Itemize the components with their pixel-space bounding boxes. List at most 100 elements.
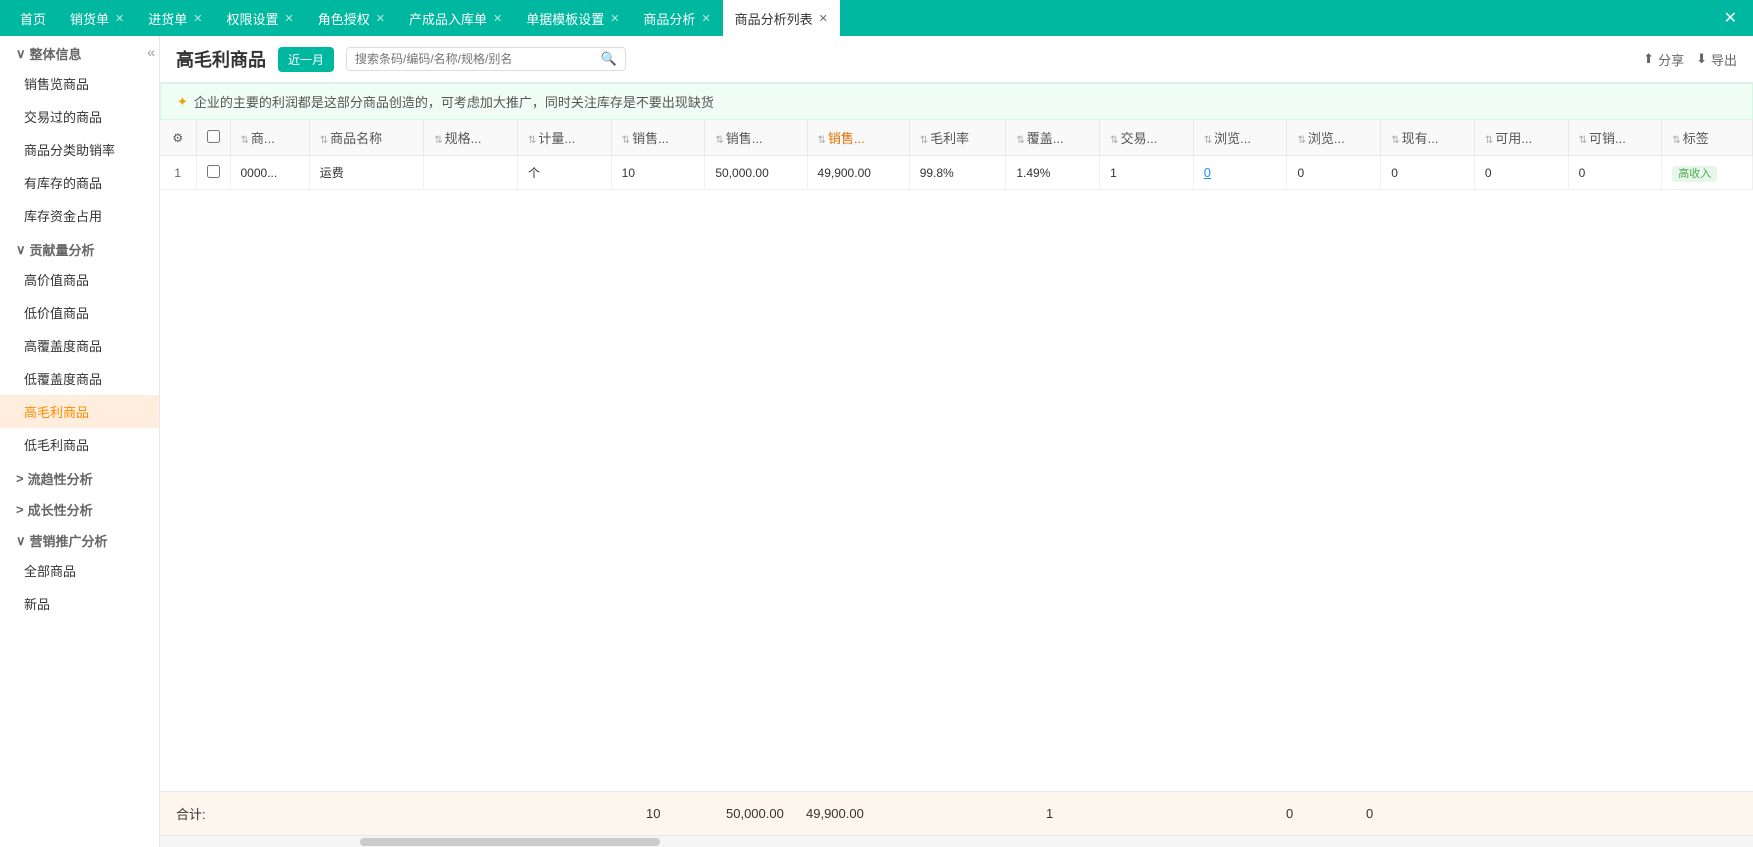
info-icon: ✦ (177, 94, 188, 110)
close-template-settings[interactable]: ✕ (610, 12, 619, 25)
col-available-stock[interactable]: ⇅可用... (1474, 120, 1568, 156)
col-sales-qty[interactable]: ⇅销售... (611, 120, 705, 156)
sidebar-item-in-stock[interactable]: 有库存的商品 (0, 166, 159, 199)
nav-permission-settings[interactable]: 权限设置 ✕ (214, 0, 305, 36)
footer-gross-margin (876, 810, 956, 818)
close-product-inbound[interactable]: ✕ (493, 12, 502, 25)
content-header: 高毛利商品 近一月 🔍 ⬆ 分享 ⬇ 导出 (160, 36, 1753, 83)
info-message: 企业的主要的利润都是这部分商品创造的，可考虑加大推广，同时关注库存是不要出现缺货 (194, 92, 714, 111)
sidebar-group-overall[interactable]: ∨ 整体信息 (0, 36, 159, 67)
col-coverage[interactable]: ⇅覆盖... (1006, 120, 1100, 156)
sidebar-item-stock-capital[interactable]: 库存资金占用 (0, 199, 159, 232)
footer-spacer2 (496, 810, 576, 818)
col-code[interactable]: ⇅商... (230, 120, 309, 156)
col-name[interactable]: ⇅商品名称 (309, 120, 424, 156)
cell-spec (424, 156, 518, 190)
cell-tag: 高收入 (1662, 156, 1753, 190)
footer-spacer1 (376, 810, 496, 818)
close-permission-settings[interactable]: ✕ (285, 12, 294, 25)
col-sellable[interactable]: ⇅可销... (1568, 120, 1662, 156)
cell-sales-qty: 10 (611, 156, 705, 190)
col-sales-profit[interactable]: ⇅销售... (807, 120, 909, 156)
col-gross-margin[interactable]: ⇅毛利率 (909, 120, 1006, 156)
footer-sellable (1436, 810, 1516, 818)
export-button[interactable]: ⬇ 导出 (1696, 50, 1737, 69)
row-num: 1 (160, 156, 196, 190)
sidebar-item-low-coverage[interactable]: 低覆盖度商品 (0, 362, 159, 395)
sidebar-group-marketing[interactable]: ∨ 营销推广分析 (0, 523, 159, 554)
chevron-right-icon: > (16, 471, 24, 486)
close-product-analysis[interactable]: ✕ (701, 12, 710, 25)
tag-badge: 高收入 (1672, 166, 1717, 182)
nav-product-inbound[interactable]: 产成品入库单 ✕ (397, 0, 514, 36)
col-view1[interactable]: ⇅浏览... (1193, 120, 1287, 156)
cell-view1[interactable]: 0 (1193, 156, 1287, 190)
cell-unit: 个 (517, 156, 611, 190)
sidebar-item-new-products[interactable]: 新品 (0, 587, 159, 620)
col-current-stock[interactable]: ⇅现有... (1381, 120, 1475, 156)
col-spec[interactable]: ⇅规格... (424, 120, 518, 156)
sidebar-item-traded[interactable]: 交易过的商品 (0, 100, 159, 133)
sidebar-item-high-value[interactable]: 高价值商品 (0, 263, 159, 296)
footer-view1 (1116, 810, 1196, 818)
sidebar-group-trend[interactable]: > 流趋性分析 (0, 461, 159, 492)
sidebar-item-sales-view[interactable]: 销售览商品 (0, 67, 159, 100)
sidebar-group-growth[interactable]: > 成长性分析 (0, 492, 159, 523)
horizontal-scrollbar[interactable] (160, 835, 1753, 847)
col-trade-count[interactable]: ⇅交易... (1100, 120, 1194, 156)
nav-sales-order[interactable]: 销货单 ✕ (58, 0, 136, 36)
table-header-row: ⚙ ⇅商... ⇅商品名称 ⇅规格... ⇅计量... ⇅销售... ⇅销售..… (160, 120, 1753, 156)
sidebar-group-contribution[interactable]: ∨ 贡献量分析 (0, 232, 159, 263)
header-actions: ⬆ 分享 ⬇ 导出 (1643, 50, 1737, 69)
chevron-down-icon-3: ∨ (16, 533, 26, 549)
footer-label: 合计: (176, 800, 376, 827)
search-icon[interactable]: 🔍 (601, 51, 617, 67)
filter-date-button[interactable]: 近一月 (278, 47, 334, 72)
footer-sales-amount: 50,000.00 (716, 802, 796, 825)
sidebar: « ∨ 整体信息 销售览商品 交易过的商品 商品分类助销率 有库存的商品 库存资… (0, 36, 160, 847)
col-unit[interactable]: ⇅计量... (517, 120, 611, 156)
share-button[interactable]: ⬆ 分享 (1643, 50, 1684, 69)
col-settings[interactable]: ⚙ (160, 120, 196, 156)
export-icon: ⬇ (1696, 51, 1707, 67)
cell-coverage: 1.49% (1006, 156, 1100, 190)
row-checkbox[interactable] (196, 156, 230, 190)
col-view2[interactable]: ⇅浏览... (1287, 120, 1381, 156)
scroll-thumb[interactable] (360, 838, 660, 846)
close-product-analysis-list[interactable]: ✕ (819, 12, 828, 25)
nav-product-analysis-list[interactable]: 商品分析列表 ✕ (723, 0, 840, 36)
footer-trade-count: 1 (1036, 802, 1116, 825)
sidebar-item-category-rate[interactable]: 商品分类助销率 (0, 133, 159, 166)
row-select-checkbox[interactable] (207, 165, 220, 178)
close-role-auth[interactable]: ✕ (376, 12, 385, 25)
nav-role-auth[interactable]: 角色授权 ✕ (306, 0, 397, 36)
close-purchase-order[interactable]: ✕ (193, 12, 202, 25)
nav-home[interactable]: 首页 (8, 0, 58, 36)
info-bar: ✦ 企业的主要的利润都是这部分商品创造的，可考虑加大推广，同时关注库存是不要出现… (160, 83, 1753, 120)
close-window-button[interactable]: ✕ (1716, 8, 1745, 28)
share-icon: ⬆ (1643, 51, 1654, 67)
nav-product-analysis[interactable]: 商品分析 ✕ (631, 0, 722, 36)
col-sales-amount[interactable]: ⇅销售... (705, 120, 807, 156)
sidebar-item-low-value[interactable]: 低价值商品 (0, 296, 159, 329)
product-table: ⚙ ⇅商... ⇅商品名称 ⇅规格... ⇅计量... ⇅销售... ⇅销售..… (160, 120, 1753, 190)
sidebar-collapse-button[interactable]: « (147, 44, 155, 60)
footer-bar: 合计: 10 50,000.00 49,900.00 1 0 0 (160, 791, 1753, 835)
sidebar-item-high-margin[interactable]: 高毛利商品 (0, 395, 159, 428)
col-checkbox[interactable] (196, 120, 230, 156)
footer-sales-qty: 10 (636, 802, 716, 825)
footer-sales-profit: 49,900.00 (796, 802, 876, 825)
nav-purchase-order[interactable]: 进货单 ✕ (136, 0, 214, 36)
cell-sales-amount: 50,000.00 (705, 156, 807, 190)
close-sales-order[interactable]: ✕ (115, 12, 124, 25)
select-all-checkbox[interactable] (207, 130, 220, 143)
nav-template-settings[interactable]: 单据模板设置 ✕ (514, 0, 631, 36)
top-navigation: 首页 销货单 ✕ 进货单 ✕ 权限设置 ✕ 角色授权 ✕ 产成品入库单 ✕ 单据… (0, 0, 1753, 36)
view1-link[interactable]: 0 (1204, 165, 1211, 180)
col-tag[interactable]: ⇅标签 (1662, 120, 1753, 156)
sidebar-item-low-margin[interactable]: 低毛利商品 (0, 428, 159, 461)
table-wrapper[interactable]: ⚙ ⇅商... ⇅商品名称 ⇅规格... ⇅计量... ⇅销售... ⇅销售..… (160, 120, 1753, 791)
sidebar-item-all-products[interactable]: 全部商品 (0, 554, 159, 587)
sidebar-item-high-coverage[interactable]: 高覆盖度商品 (0, 329, 159, 362)
search-input[interactable] (355, 52, 595, 66)
